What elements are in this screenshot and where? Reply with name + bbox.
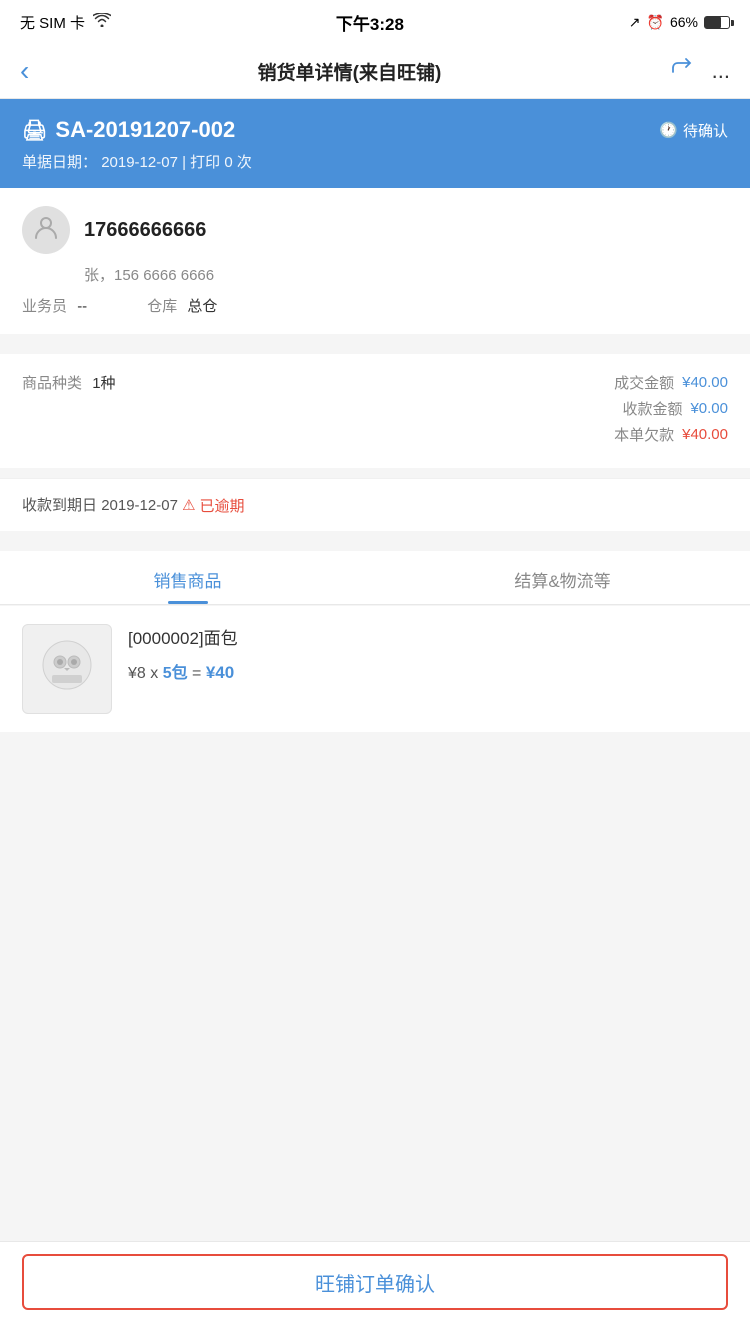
salesperson-field: 业务员 -- xyxy=(22,295,87,316)
info-row: 业务员 -- 仓库 总仓 xyxy=(22,295,728,316)
deal-amount-row: 成交金额 ¥40.00 xyxy=(614,372,728,393)
product-thumb-icon xyxy=(40,638,94,700)
summary-section: 商品种类 1种 成交金额 ¥40.00 收款金额 ¥0.00 本单欠款 ¥40.… xyxy=(0,354,750,468)
product-info: [0000002]面包 ¥8 x 5包 = ¥40 xyxy=(128,624,728,683)
overdue-text: 已逾期 xyxy=(200,495,245,516)
owed-label: 本单欠款 xyxy=(614,424,674,445)
wifi-icon xyxy=(93,13,111,31)
collected-amount-value: ¥0.00 xyxy=(690,400,728,417)
battery-percent: 66% xyxy=(670,14,698,30)
nav-bar: ‹ 销货单详情(来自旺铺) ... xyxy=(0,44,750,99)
due-date-value: 2019-12-07 xyxy=(101,497,178,514)
collected-label: 收款金额 xyxy=(622,398,682,419)
deal-amount-value: ¥40.00 xyxy=(682,374,728,391)
due-date-label: 收款到期日 xyxy=(22,497,97,514)
status-time: 下午3:28 xyxy=(336,10,404,35)
order-date: 单据日期： 2019-12-07 | 打印 0 次 xyxy=(22,151,728,172)
more-icon[interactable]: ... xyxy=(712,58,730,84)
owed-amount-value: ¥40.00 xyxy=(682,426,728,443)
deal-amount-label: 成交金额 xyxy=(614,372,674,393)
salesperson-value: -- xyxy=(77,298,87,315)
warehouse-field: 仓库 总仓 xyxy=(147,295,217,316)
product-price: ¥8 x 5包 = ¥40 xyxy=(128,659,728,683)
salesperson-label: 业务员 xyxy=(22,298,67,315)
product-thumbnail xyxy=(22,624,112,714)
collected-amount-row: 收款金额 ¥0.00 xyxy=(614,398,728,419)
avatar xyxy=(22,206,70,254)
nav-actions: ... xyxy=(670,57,730,85)
warehouse-value: 总仓 xyxy=(187,298,217,315)
summary-left: 商品种类 1种 xyxy=(22,372,116,393)
location-icon: ↗ xyxy=(629,14,641,31)
product-section: [0000002]面包 ¥8 x 5包 = ¥40 xyxy=(0,606,750,732)
alarm-icon: ⏰ xyxy=(647,14,664,31)
warning-icon: ⚠ xyxy=(182,496,195,514)
status-left: 无 SIM 卡 xyxy=(20,12,111,33)
confirm-order-button[interactable]: 旺铺订单确认 xyxy=(22,1254,728,1310)
tabs-section: 销售商品 结算&物流等 xyxy=(0,551,750,605)
product-type-label: 商品种类 xyxy=(22,375,82,392)
overdue-badge: ⚠ 已逾期 xyxy=(182,495,244,516)
customer-sub: 张，156 6666 6666 xyxy=(22,264,728,285)
warehouse-label: 仓库 xyxy=(147,298,177,315)
bottom-bar: 旺铺订单确认 xyxy=(0,1241,750,1334)
divider-2 xyxy=(0,531,750,541)
status-right: ↗ ⏰ 66% xyxy=(629,14,730,31)
order-icon: 🖨 xyxy=(22,118,47,143)
status-bar: 无 SIM 卡 下午3:28 ↗ ⏰ 66% xyxy=(0,0,750,44)
customer-section: 17666666666 张，156 6666 6666 业务员 -- 仓库 总仓 xyxy=(0,188,750,334)
empty-area xyxy=(0,732,750,992)
tab-sales-products[interactable]: 销售商品 xyxy=(0,551,375,604)
tab-settlement[interactable]: 结算&物流等 xyxy=(375,551,750,604)
product-name: [0000002]面包 xyxy=(128,624,728,649)
product-type-value: 1种 xyxy=(92,375,115,392)
page-title: 销货单详情(来自旺铺) xyxy=(258,58,442,85)
order-id-row: 🖨 SA-20191207-002 🕐 待确认 xyxy=(22,117,728,143)
battery-icon xyxy=(704,16,730,29)
no-sim-text: 无 SIM 卡 xyxy=(20,12,85,33)
order-id: 🖨 SA-20191207-002 xyxy=(22,117,235,143)
divider-1 xyxy=(0,344,750,354)
back-button[interactable]: ‹ xyxy=(20,55,29,87)
order-status: 🕐 待确认 xyxy=(659,120,728,141)
summary-right: 成交金额 ¥40.00 收款金额 ¥0.00 本单欠款 ¥40.00 xyxy=(614,372,728,450)
clock-icon: 🕐 xyxy=(659,121,678,139)
product-row: [0000002]面包 ¥8 x 5包 = ¥40 xyxy=(22,624,728,714)
share-icon[interactable] xyxy=(670,57,692,85)
tabs-row: 销售商品 结算&物流等 xyxy=(0,551,750,604)
due-section: 收款到期日 2019-12-07 ⚠ 已逾期 xyxy=(0,478,750,531)
owed-amount-row: 本单欠款 ¥40.00 xyxy=(614,424,728,445)
customer-phone: 17666666666 xyxy=(84,219,206,242)
user-icon xyxy=(33,214,59,246)
customer-row: 17666666666 xyxy=(22,206,728,254)
order-header: 🖨 SA-20191207-002 🕐 待确认 单据日期： 2019-12-07… xyxy=(0,99,750,188)
